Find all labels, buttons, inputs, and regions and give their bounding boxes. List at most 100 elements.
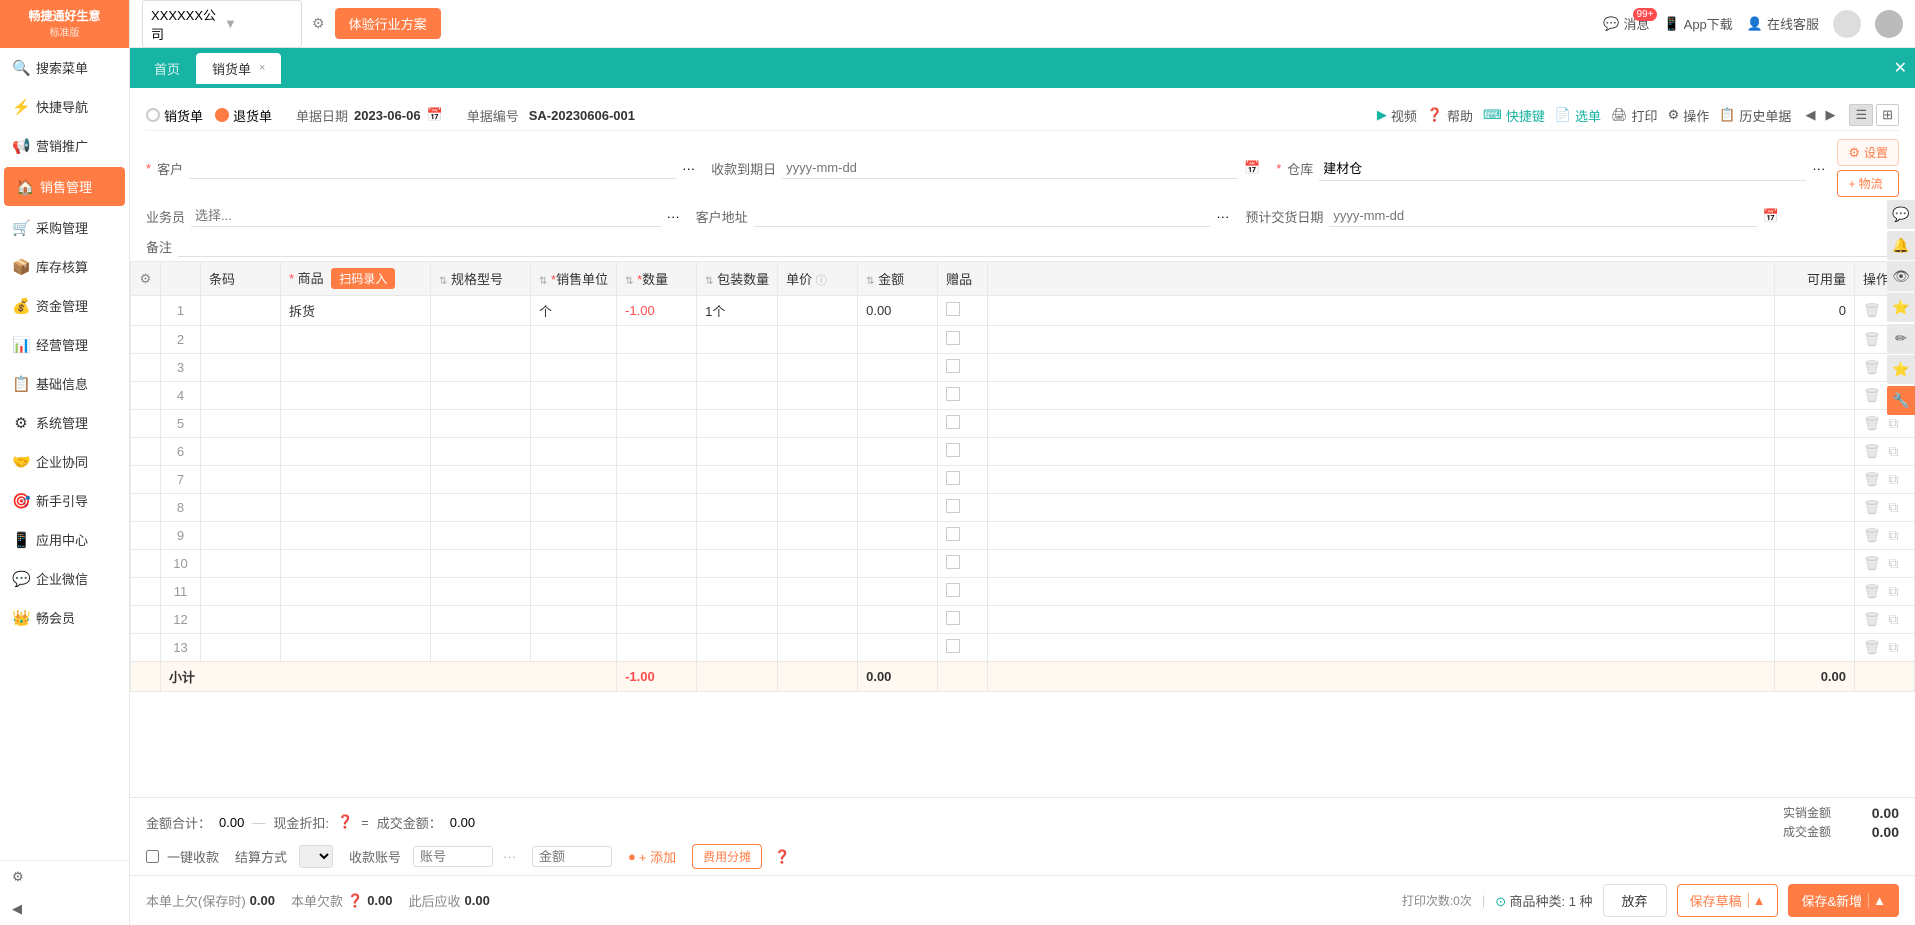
sidebar-item-search[interactable]: 🔍 搜索菜单: [0, 48, 129, 87]
row-price[interactable]: [778, 296, 858, 326]
sidebar-item-system[interactable]: ⚙ 系统管理: [0, 403, 129, 442]
calendar-icon-payment[interactable]: 📅: [1244, 160, 1260, 176]
row-barcode[interactable]: [201, 606, 281, 634]
row-spec[interactable]: [431, 326, 531, 354]
product-type-btn[interactable]: ⊙ 商品种类: 1 种: [1495, 891, 1592, 910]
row-spec[interactable]: [431, 382, 531, 410]
price-info-icon[interactable]: ⓘ: [816, 275, 827, 287]
delete-row-icon[interactable]: 🗑: [1863, 555, 1881, 571]
row-gift[interactable]: [938, 466, 988, 494]
copy-row-icon[interactable]: ⧉: [1888, 443, 1898, 459]
row-spec[interactable]: [431, 522, 531, 550]
row-gift[interactable]: [938, 522, 988, 550]
row-qty[interactable]: [617, 634, 697, 662]
copy-row-icon[interactable]: ⧉: [1888, 471, 1898, 487]
row-pack[interactable]: [697, 522, 778, 550]
delete-row-icon[interactable]: 🗑: [1863, 387, 1881, 403]
calc-method-select[interactable]: [299, 845, 333, 868]
row-pack[interactable]: [697, 326, 778, 354]
row-amount[interactable]: [858, 550, 938, 578]
payment-checkbox[interactable]: [146, 850, 159, 863]
float-btn-5[interactable]: ✏: [1887, 324, 1915, 353]
row-qty[interactable]: -1.00: [617, 296, 697, 326]
message-btn[interactable]: 💬 消息 99+: [1603, 14, 1649, 33]
sidebar-item-finance[interactable]: 💰 资金管理: [0, 286, 129, 325]
sidebar-item-app-center[interactable]: 📱 应用中心: [0, 520, 129, 559]
radio-return[interactable]: 退货单: [215, 106, 272, 125]
row-price[interactable]: [778, 410, 858, 438]
row-spec[interactable]: [431, 578, 531, 606]
row-gift[interactable]: [938, 634, 988, 662]
row-unit[interactable]: [531, 494, 617, 522]
row-qty[interactable]: [617, 522, 697, 550]
row-price[interactable]: [778, 494, 858, 522]
topbar-settings-icon[interactable]: ⚙: [312, 15, 325, 32]
row-product[interactable]: [281, 606, 431, 634]
row-amount[interactable]: [858, 438, 938, 466]
sidebar-item-member[interactable]: 👑 畅会员: [0, 598, 129, 637]
copy-row-icon[interactable]: ⧉: [1888, 555, 1898, 571]
warehouse-dots-icon[interactable]: ···: [1812, 161, 1825, 176]
row-qty[interactable]: [617, 466, 697, 494]
next-arrow[interactable]: ▶: [1821, 105, 1839, 125]
row-product[interactable]: [281, 634, 431, 662]
sidebar-item-quick-nav[interactable]: ⚡ 快捷导航: [0, 87, 129, 126]
calendar-icon-expected[interactable]: 📅: [1763, 208, 1779, 224]
history-btn[interactable]: 📋 历史单据: [1719, 106, 1791, 125]
amount-input[interactable]: [532, 846, 612, 867]
delete-row-icon[interactable]: 🗑: [1863, 331, 1881, 347]
row-price[interactable]: [778, 326, 858, 354]
row-spec[interactable]: [431, 410, 531, 438]
row-spec[interactable]: [431, 550, 531, 578]
delete-row-icon[interactable]: 🗑: [1863, 471, 1881, 487]
row-pack[interactable]: [697, 354, 778, 382]
row-amount[interactable]: [858, 326, 938, 354]
copy-row-icon[interactable]: ⧉: [1888, 415, 1898, 431]
row-qty[interactable]: [617, 438, 697, 466]
row-unit[interactable]: [531, 550, 617, 578]
row-barcode[interactable]: [201, 522, 281, 550]
delete-row-icon[interactable]: 🗑: [1863, 611, 1881, 627]
row-gift[interactable]: [938, 326, 988, 354]
tab-sales-order[interactable]: 销货单 ×: [196, 53, 281, 84]
row-qty[interactable]: [617, 382, 697, 410]
row-spec[interactable]: [431, 606, 531, 634]
row-barcode[interactable]: [201, 326, 281, 354]
company-selector[interactable]: XXXXXX公司 ▼: [142, 0, 302, 48]
row-amount[interactable]: [858, 354, 938, 382]
row-price[interactable]: [778, 438, 858, 466]
scan-btn[interactable]: 扫码录入: [331, 268, 395, 289]
avatar[interactable]: [1833, 10, 1861, 38]
row-qty[interactable]: [617, 606, 697, 634]
settings-side-btn[interactable]: ⚙ 设置: [1837, 139, 1899, 166]
row-qty[interactable]: [617, 326, 697, 354]
row-pack[interactable]: [697, 606, 778, 634]
row-product[interactable]: [281, 326, 431, 354]
row-pack[interactable]: [697, 550, 778, 578]
shortcut-btn[interactable]: ⌨ 快捷键: [1483, 106, 1545, 125]
dots-icon[interactable]: ···: [503, 849, 516, 864]
row-pack[interactable]: [697, 382, 778, 410]
account-input[interactable]: [413, 846, 493, 867]
payment-due-input[interactable]: [782, 157, 1238, 179]
row-qty[interactable]: [617, 354, 697, 382]
float-btn-7-orange[interactable]: 🔧: [1887, 386, 1915, 415]
row-amount[interactable]: [858, 578, 938, 606]
row-price[interactable]: [778, 354, 858, 382]
discard-btn[interactable]: 放弃: [1603, 884, 1667, 917]
row-gift[interactable]: [938, 354, 988, 382]
row-gift[interactable]: [938, 438, 988, 466]
row-gift[interactable]: [938, 550, 988, 578]
copy-row-icon[interactable]: ⧉: [1888, 499, 1898, 515]
addr-dots-icon[interactable]: ···: [1216, 209, 1229, 224]
row-gift[interactable]: [938, 606, 988, 634]
calendar-icon-date[interactable]: 📅: [427, 107, 443, 123]
tab-home[interactable]: 首页: [138, 53, 196, 84]
row-price[interactable]: [778, 634, 858, 662]
row-pack[interactable]: [697, 494, 778, 522]
row-unit[interactable]: [531, 326, 617, 354]
logistics-btn[interactable]: + 物流: [1837, 170, 1899, 197]
row-price[interactable]: [778, 382, 858, 410]
row-gift[interactable]: [938, 382, 988, 410]
row-amount[interactable]: [858, 382, 938, 410]
